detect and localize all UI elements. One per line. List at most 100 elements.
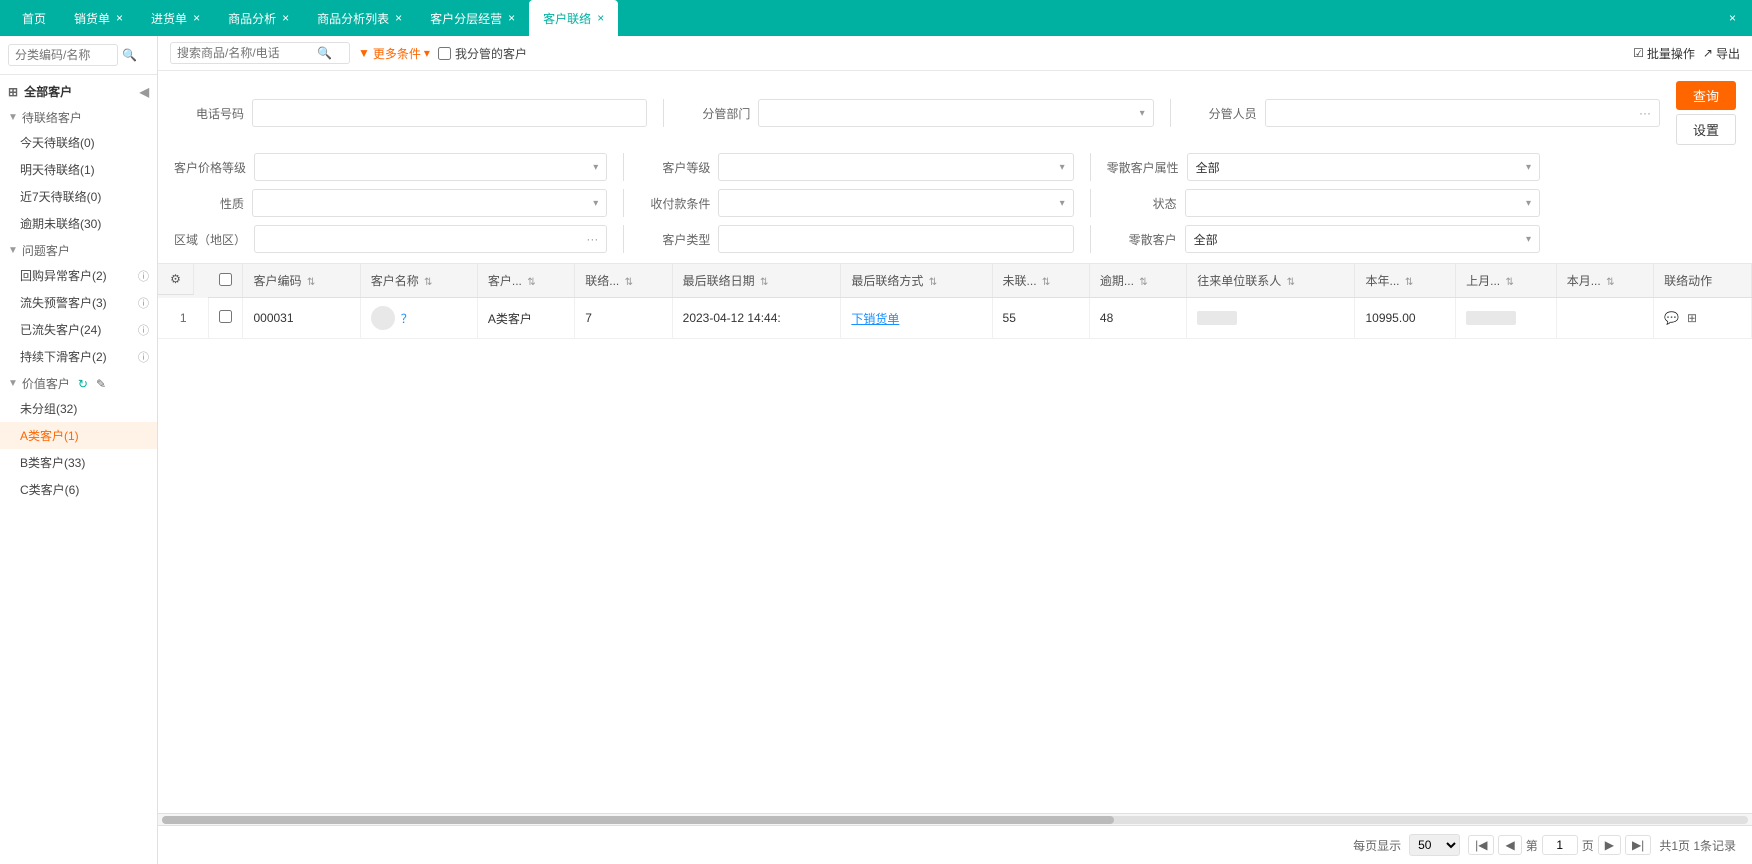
top-nav: 首页 销货单 × 进货单 × 商品分析 × 商品分析列表 × 客户分层经营 × … — [0, 0, 1752, 36]
last-page-button[interactable]: ▶| — [1625, 835, 1651, 855]
nav-tab-customer-tier-close[interactable]: × — [508, 11, 515, 25]
nav-tab-analysis-list-label: 商品分析列表 — [317, 10, 389, 27]
value-customer-label[interactable]: ▼ 价值客户 ↻ ✎ — [0, 370, 157, 395]
sort-icon-tmonth[interactable]: ⇅ — [1606, 277, 1614, 288]
filter-payment-input[interactable]: ▾ — [718, 189, 1073, 217]
filter-retail-attr-input[interactable]: 全部 ▾ — [1187, 153, 1540, 181]
row-checkbox[interactable] — [219, 310, 232, 323]
page-number-input[interactable] — [1542, 835, 1578, 855]
row-checkbox-cell[interactable] — [209, 298, 243, 339]
sidebar-search-input[interactable] — [8, 44, 118, 66]
sidebar-item-class-a[interactable]: A类客户(1) — [0, 422, 157, 449]
gear-icon[interactable]: ⚙ — [170, 272, 181, 286]
sidebar-item-unclassified[interactable]: 未分组(32) — [0, 395, 157, 422]
search-icon[interactable]: 🔍 — [317, 46, 332, 60]
pending-contact-label[interactable]: ▼ 待联络客户 — [0, 104, 157, 129]
filter-retail-customer-input[interactable]: 全部 ▾ — [1185, 225, 1540, 253]
filter-region-input[interactable]: ··· — [254, 225, 607, 253]
sort-icon-contacts[interactable]: ⇅ — [1287, 277, 1295, 288]
filter-phone-input[interactable] — [252, 99, 647, 127]
sort-icon-code[interactable]: ⇅ — [307, 277, 315, 288]
my-customers-checkbox[interactable]: 我分管的客户 — [438, 45, 527, 62]
more-filters-button[interactable]: ▼ 更多条件 ▾ — [358, 45, 430, 62]
nav-tab-analysis-close[interactable]: × — [282, 11, 289, 25]
nav-tab-purchase[interactable]: 进货单 × — [137, 0, 214, 36]
page-size-select[interactable]: 50 100 200 — [1409, 834, 1460, 856]
batch-op-button[interactable]: ☑ 批量操作 — [1633, 45, 1695, 62]
select-all-checkbox[interactable] — [219, 273, 232, 286]
sidebar-item-churned[interactable]: 已流失客户(24) ⓘ — [0, 316, 157, 343]
settings-button[interactable]: 设置 — [1676, 114, 1736, 145]
nav-tab-sales[interactable]: 销货单 × — [60, 0, 137, 36]
export-button[interactable]: ↗ 导出 — [1703, 45, 1740, 62]
filter-search-box: 🔍 — [170, 42, 350, 64]
filter-customer-level-input[interactable]: ▾ — [718, 153, 1073, 181]
sidebar-collapse-icon[interactable]: ◀ — [140, 85, 149, 99]
filter-price-level-input[interactable]: ▾ — [254, 153, 607, 181]
customer-name[interactable]: ？ — [401, 310, 413, 327]
nav-tab-analysis-list-close[interactable]: × — [395, 11, 402, 25]
sort-icon-lmonth[interactable]: ⇅ — [1506, 277, 1514, 288]
next-page-button[interactable]: ▶ — [1598, 835, 1621, 855]
sidebar-item-declining[interactable]: 持续下滑客户(2) ⓘ — [0, 343, 157, 370]
filter-customer-type-input[interactable] — [718, 225, 1073, 253]
sort-icon-year[interactable]: ⇅ — [1405, 277, 1413, 288]
more-filters-label: 更多条件 — [373, 45, 421, 62]
nav-tab-analysis-list[interactable]: 商品分析列表 × — [303, 0, 416, 36]
sidebar-item-abnormal-repurchase[interactable]: 回购异常客户(2) ⓘ — [0, 262, 157, 289]
nav-tab-customer-tier[interactable]: 客户分层经营 × — [416, 0, 529, 36]
sidebar-item-class-b[interactable]: B类客户(33) — [0, 449, 157, 476]
sidebar-item-overdue-contact[interactable]: 逾期未联络(30) — [0, 210, 157, 237]
filter-person-input[interactable]: ··· — [1265, 99, 1660, 127]
problem-customer-label[interactable]: ▼ 问题客户 — [0, 237, 157, 262]
dots-icon-region: ··· — [586, 232, 598, 246]
table-header-checkbox[interactable] — [209, 264, 243, 298]
sidebar-item-tomorrow-contact[interactable]: 明天待联络(1) — [0, 156, 157, 183]
filter-status-input[interactable]: ▾ — [1185, 189, 1540, 217]
scrollbar-track[interactable] — [162, 816, 1748, 824]
sort-icon-method[interactable]: ⇅ — [929, 277, 937, 288]
sidebar-item-class-c[interactable]: C类客户(6) — [0, 476, 157, 503]
sidebar-item-churn-warning[interactable]: 流失预警客户(3) ⓘ — [0, 289, 157, 316]
sort-icon-type[interactable]: ⇅ — [527, 277, 535, 288]
filter-person: 分管人员 ··· — [1187, 99, 1660, 127]
nav-tab-home[interactable]: 首页 — [8, 0, 60, 36]
sort-icon-date[interactable]: ⇅ — [760, 277, 768, 288]
sidebar-search-icon[interactable]: 🔍 — [122, 48, 137, 62]
horizontal-scrollbar[interactable] — [158, 813, 1752, 825]
filter-region: 区域（地区） ··· — [174, 225, 607, 253]
total-label: 共1页 1条记录 — [1659, 837, 1736, 854]
sort-icon-uncontacted[interactable]: ⇅ — [1042, 277, 1050, 288]
edit-icon[interactable]: ✎ — [96, 377, 106, 391]
filter-dept-input[interactable]: ▾ — [758, 99, 1153, 127]
filter-nature-input[interactable]: ▾ — [252, 189, 607, 217]
sidebar-all-customers-section: ⊞ 全部客户 ◀ — [0, 75, 157, 104]
nav-tab-customer-contact-close[interactable]: × — [597, 11, 604, 25]
nav-tab-analysis[interactable]: 商品分析 × — [214, 0, 303, 36]
more-icon[interactable]: ⊞ — [1687, 311, 1697, 325]
table-header-gear[interactable]: ⚙ — [158, 264, 194, 295]
info-icon-4: ⓘ — [138, 349, 149, 365]
all-customers-header[interactable]: ⊞ 全部客户 ◀ — [0, 75, 157, 104]
customer-table: ⚙ 客户编码 ⇅ 客户名称 ⇅ — [158, 264, 1752, 339]
filter-retail-customer: 零散客户 全部 ▾ — [1107, 225, 1540, 253]
my-customers-check[interactable] — [438, 47, 451, 60]
query-button[interactable]: 查询 — [1676, 81, 1736, 110]
nav-tab-purchase-close[interactable]: × — [193, 11, 200, 25]
nav-tab-customer-contact[interactable]: 客户联络 × — [529, 0, 618, 36]
refresh-icon[interactable]: ↻ — [78, 377, 88, 391]
search-input[interactable] — [177, 46, 317, 60]
filter-row-4: 区域（地区） ··· 客户类型 零散客户 — [174, 225, 1736, 253]
sort-icon-contact[interactable]: ⇅ — [625, 277, 633, 288]
last-contact-method[interactable]: 下销货单 — [851, 312, 899, 326]
sort-icon-overdue[interactable]: ⇅ — [1139, 277, 1147, 288]
prev-page-button[interactable]: ◀ — [1498, 835, 1521, 855]
nav-tab-sales-close[interactable]: × — [116, 11, 123, 25]
close-all-button[interactable]: × — [1721, 9, 1744, 27]
sidebar-item-today-contact[interactable]: 今天待联络(0) — [0, 129, 157, 156]
first-page-button[interactable]: |◀ — [1468, 835, 1494, 855]
scrollbar-thumb[interactable] — [162, 816, 1114, 824]
sort-icon-name[interactable]: ⇅ — [424, 277, 432, 288]
message-icon[interactable]: 💬 — [1664, 311, 1679, 325]
sidebar-item-7day-contact[interactable]: 近7天待联络(0) — [0, 183, 157, 210]
